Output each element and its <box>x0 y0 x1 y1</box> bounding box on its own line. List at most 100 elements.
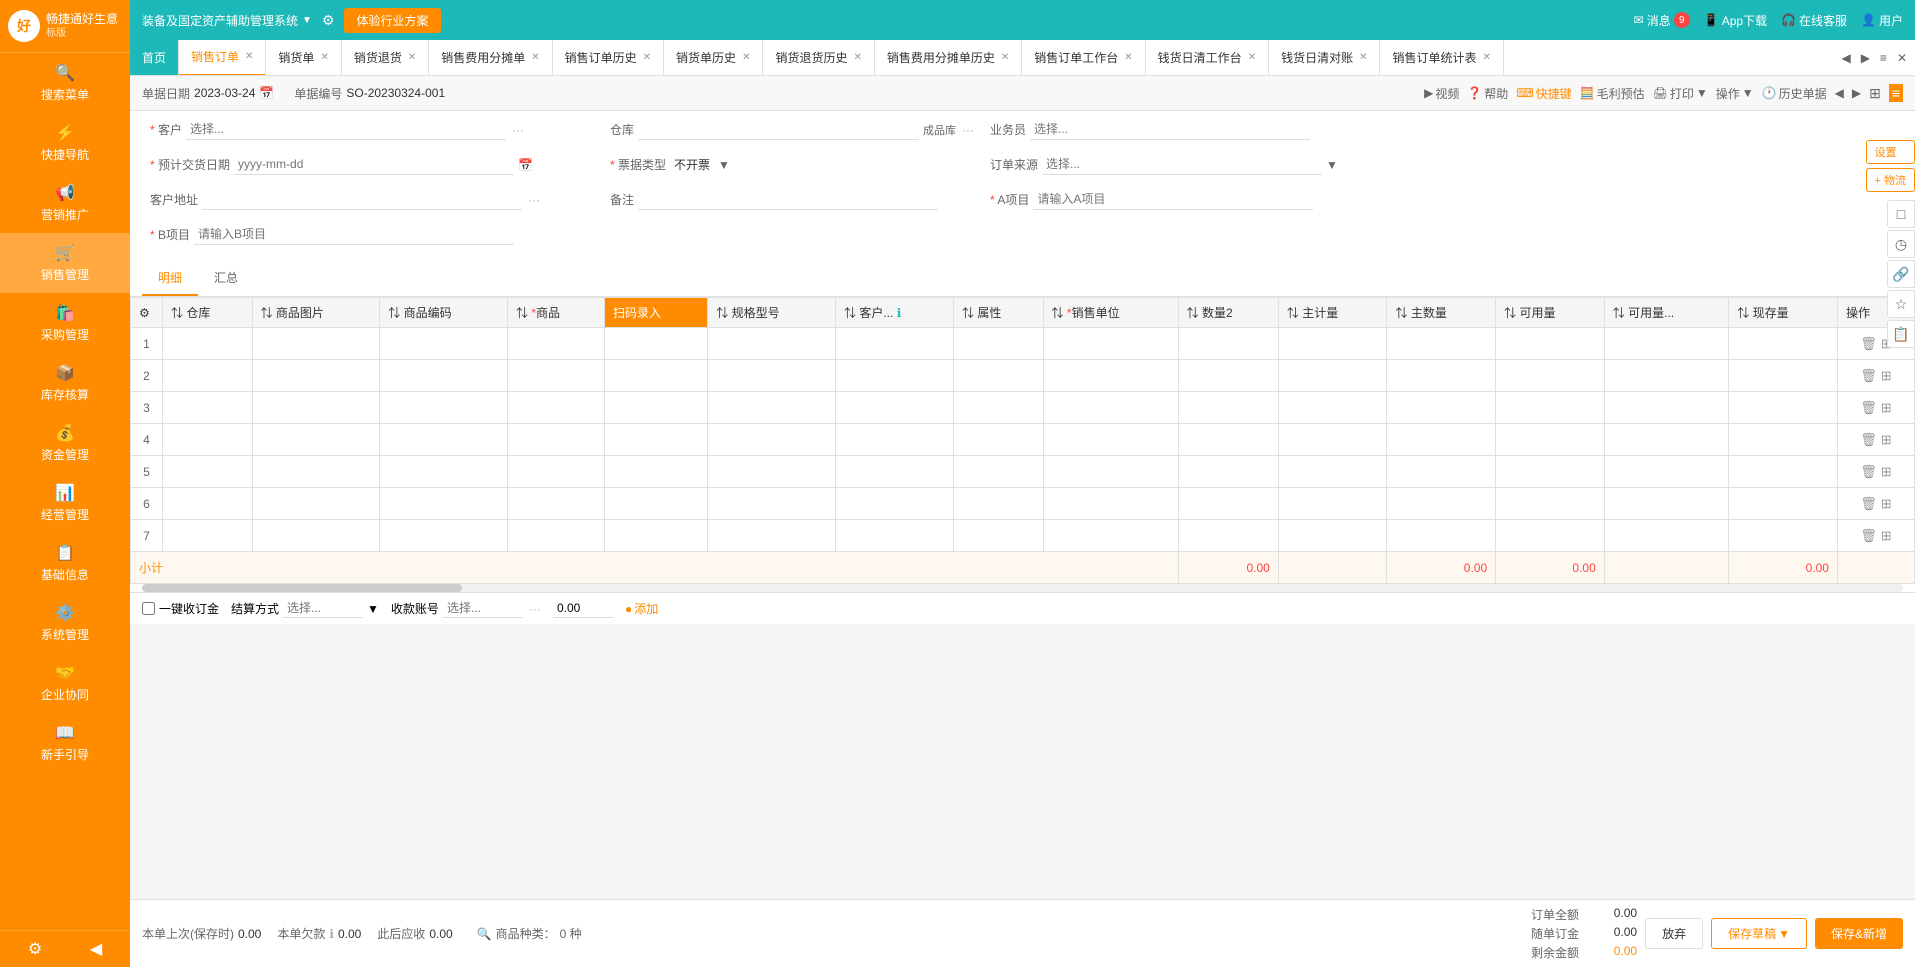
row-3-scan[interactable] <box>604 392 707 424</box>
online-service-button[interactable]: 🎧 在线客服 <box>1781 12 1847 29</box>
delete-row-icon[interactable]: 🗑 <box>1860 432 1877 448</box>
delete-row-icon[interactable]: 🗑 <box>1860 464 1877 480</box>
operation-dropdown-arrow[interactable]: ▼ <box>1742 86 1754 100</box>
row-6-main-qty[interactable] <box>1387 488 1496 520</box>
tab-close-icon[interactable]: ✕ <box>245 51 253 62</box>
note-input[interactable] <box>638 189 938 210</box>
row-4-image[interactable] <box>252 424 380 456</box>
row-5-qty2[interactable] <box>1178 456 1278 488</box>
row-1-customer[interactable] <box>835 328 953 360</box>
order-source-input[interactable] <box>1042 154 1322 175</box>
row-2-avail2[interactable] <box>1604 360 1729 392</box>
row-2-main-qty[interactable] <box>1387 360 1496 392</box>
print-dropdown-arrow[interactable]: ▼ <box>1696 86 1708 100</box>
row-2-scan[interactable] <box>604 360 707 392</box>
account-input[interactable] <box>443 599 523 618</box>
sidebar-item-management[interactable]: 📊 经营管理 <box>0 473 130 533</box>
message-button[interactable]: ✉ 消息 9 <box>1634 12 1690 29</box>
delete-row-icon[interactable]: 🗑 <box>1860 400 1877 416</box>
row-5-main-unit[interactable] <box>1278 456 1387 488</box>
right-sidebar-btn-3[interactable]: 🔗 <box>1887 260 1915 288</box>
row-4-qty2[interactable] <box>1178 424 1278 456</box>
row-4-spec[interactable] <box>708 424 836 456</box>
sidebar-item-base[interactable]: 📋 基础信息 <box>0 533 130 593</box>
row-3-spec[interactable] <box>708 392 836 424</box>
tab-sales-return[interactable]: 销货退货 ✕ <box>342 40 429 76</box>
row-3-warehouse[interactable] <box>163 392 253 424</box>
right-sidebar-btn-1[interactable]: □ <box>1887 200 1915 228</box>
row-5-customer[interactable] <box>835 456 953 488</box>
row-5-image[interactable] <box>252 456 380 488</box>
row-4-unit[interactable] <box>1043 424 1178 456</box>
warehouse-input[interactable] <box>638 119 919 140</box>
row-6-unit[interactable] <box>1043 488 1178 520</box>
tab-sales-expense[interactable]: 销售费用分摊单 ✕ <box>429 40 552 76</box>
grid-view-icon[interactable]: ⊞ <box>1869 85 1881 102</box>
row-4-stock[interactable] <box>1729 424 1838 456</box>
row-1-main-unit[interactable] <box>1278 328 1387 360</box>
row-1-scan[interactable] <box>604 328 707 360</box>
help-action[interactable]: ❓ 帮助 <box>1467 85 1508 102</box>
row-7-avail[interactable] <box>1496 520 1605 552</box>
tab-expense-history[interactable]: 销售费用分摊单历史 ✕ <box>875 40 1022 76</box>
row-6-code[interactable] <box>380 488 508 520</box>
shortcut-action[interactable]: ⌨ 快捷键 <box>1516 85 1571 102</box>
tab-sales-slip[interactable]: 销货单 ✕ <box>266 40 341 76</box>
row-3-avail2[interactable] <box>1604 392 1729 424</box>
tab-sales-order[interactable]: 销售订单 ✕ <box>179 40 266 76</box>
tab-sales-order-history[interactable]: 销售订单历史 ✕ <box>553 40 664 76</box>
row-6-avail2[interactable] <box>1604 488 1729 520</box>
row-2-stock[interactable] <box>1729 360 1838 392</box>
row-4-avail2[interactable] <box>1604 424 1729 456</box>
account-more-icon[interactable]: ··· <box>529 602 541 616</box>
nav-next-icon[interactable]: ▶ <box>1852 86 1861 100</box>
sidebar-item-system[interactable]: ⚙️ 系统管理 <box>0 593 130 653</box>
one-click-deposit-checkbox[interactable]: 一键收订金 <box>142 600 219 617</box>
row-5-attr[interactable] <box>953 456 1043 488</box>
row-5-scan[interactable] <box>604 456 707 488</box>
row-1-spec[interactable] <box>708 328 836 360</box>
row-1-qty2[interactable] <box>1178 328 1278 360</box>
row-2-warehouse[interactable] <box>163 360 253 392</box>
customer-more-icon[interactable]: ··· <box>512 123 524 137</box>
tab-close-all-icon[interactable]: ✕ <box>1893 49 1911 67</box>
discard-button[interactable]: 放弃 <box>1645 918 1703 949</box>
copy-row-icon[interactable]: ⊞ <box>1881 528 1892 544</box>
sidebar-item-inventory[interactable]: 📦 库存核算 <box>0 353 130 413</box>
row-2-unit[interactable] <box>1043 360 1178 392</box>
row-3-attr[interactable] <box>953 392 1043 424</box>
row-4-avail[interactable] <box>1496 424 1605 456</box>
row-6-qty2[interactable] <box>1178 488 1278 520</box>
right-sidebar-btn-4[interactable]: ☆ <box>1887 290 1915 318</box>
payment-method-dropdown[interactable]: ▼ <box>367 602 379 616</box>
view-action[interactable]: ▶ 视频 <box>1424 85 1459 102</box>
row-1-product[interactable] <box>507 328 604 360</box>
row-2-product[interactable] <box>507 360 604 392</box>
row-1-code[interactable] <box>380 328 508 360</box>
row-7-product[interactable] <box>507 520 604 552</box>
row-7-spec[interactable] <box>708 520 836 552</box>
row-1-avail[interactable] <box>1496 328 1605 360</box>
row-2-customer[interactable] <box>835 360 953 392</box>
row-2-attr[interactable] <box>953 360 1043 392</box>
tab-close-icon[interactable]: ✕ <box>1359 52 1367 63</box>
row-4-product[interactable] <box>507 424 604 456</box>
th-scan[interactable]: 扫码录入 <box>604 298 707 328</box>
sidebar-item-finance[interactable]: 💰 资金管理 <box>0 413 130 473</box>
row-5-avail2[interactable] <box>1604 456 1729 488</box>
row-3-customer[interactable] <box>835 392 953 424</box>
save-new-button[interactable]: 保存&新增 <box>1815 918 1903 949</box>
row-6-attr[interactable] <box>953 488 1043 520</box>
tab-close-icon[interactable]: ✕ <box>531 52 539 63</box>
tab-close-icon[interactable]: ✕ <box>1248 52 1256 63</box>
row-4-main-qty[interactable] <box>1387 424 1496 456</box>
row-7-warehouse[interactable] <box>163 520 253 552</box>
delete-row-icon[interactable]: 🗑 <box>1860 336 1877 352</box>
row-3-code[interactable] <box>380 392 508 424</box>
row-3-unit[interactable] <box>1043 392 1178 424</box>
row-6-avail[interactable] <box>1496 488 1605 520</box>
row-6-main-unit[interactable] <box>1278 488 1387 520</box>
tab-daily-reconcile[interactable]: 钱货日清对账 ✕ <box>1269 40 1380 76</box>
row-3-main-unit[interactable] <box>1278 392 1387 424</box>
tab-sales-slip-history[interactable]: 销货单历史 ✕ <box>664 40 763 76</box>
